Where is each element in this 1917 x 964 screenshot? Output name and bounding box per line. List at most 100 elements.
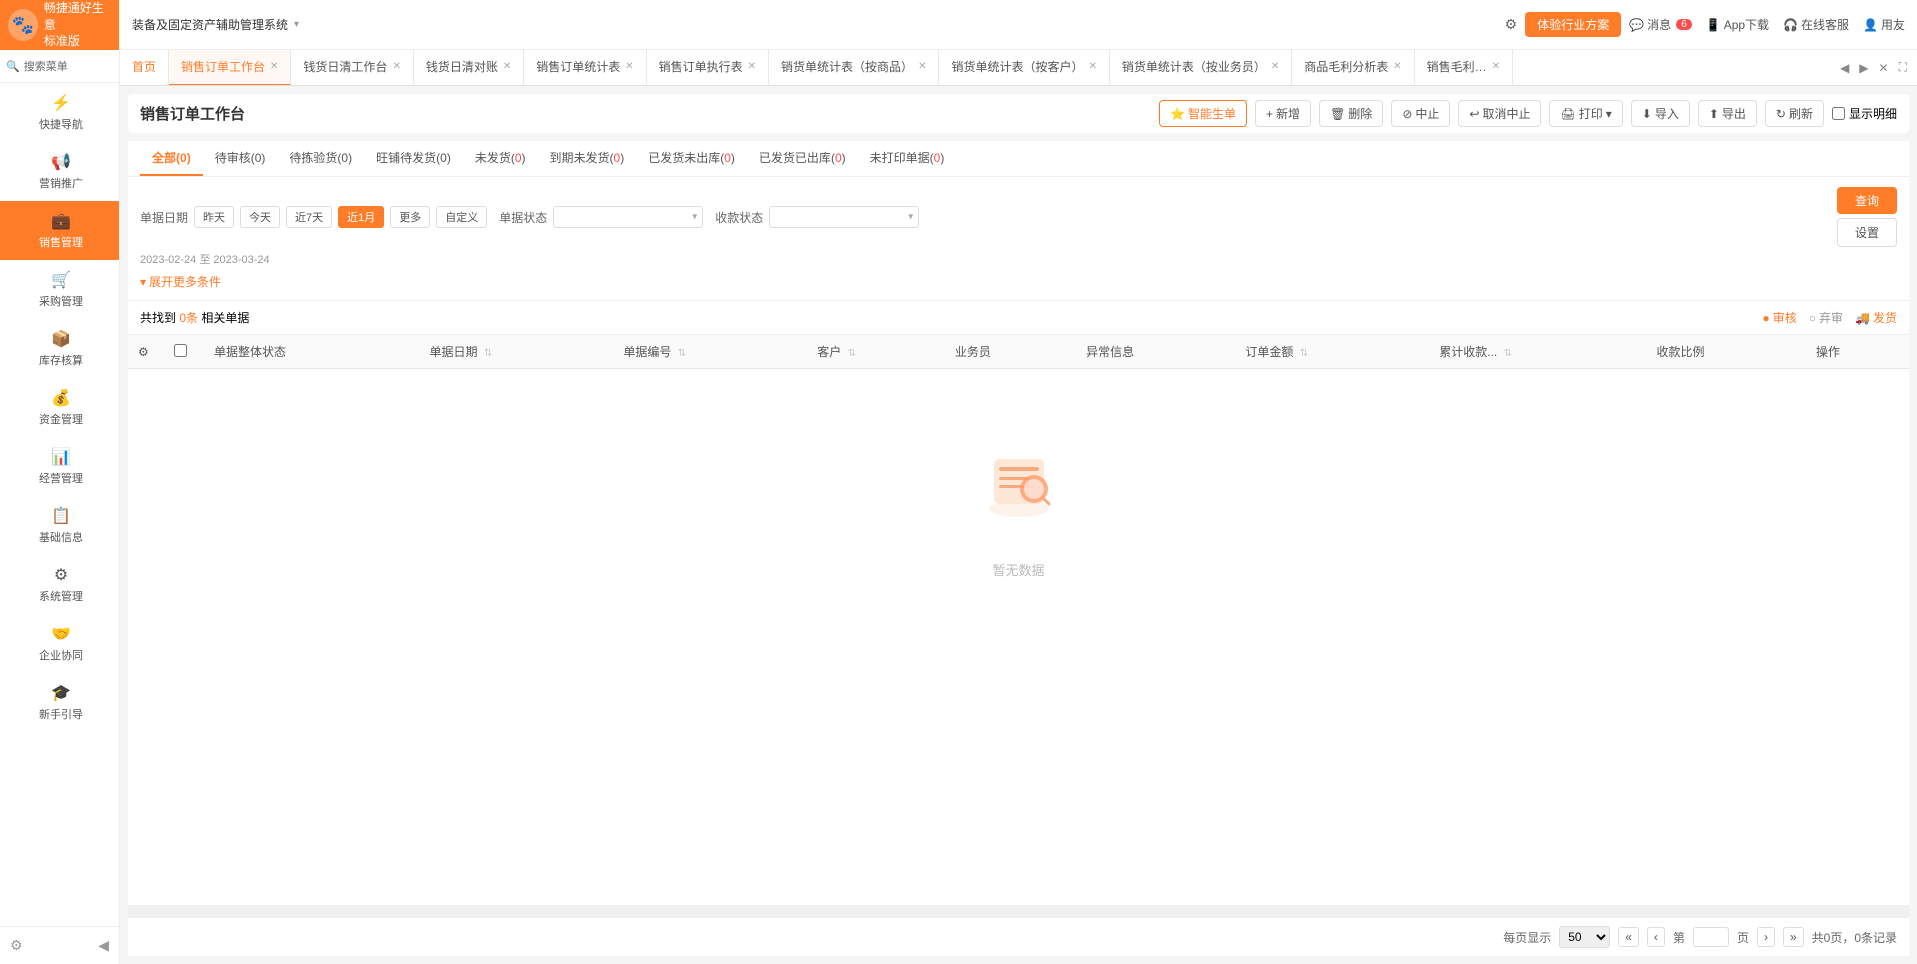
settings-bottom-btn[interactable]: ⚙ — [10, 937, 23, 954]
show-detail-input[interactable] — [1832, 107, 1845, 120]
sub-tab-pending-review[interactable]: 待审核(0) — [203, 141, 278, 176]
sidebar-item-purchase[interactable]: 🛒 采购管理 — [0, 260, 119, 319]
cancel-review-action-btn[interactable]: ○ 弃审 — [1809, 309, 1843, 326]
sidebar-item-inventory[interactable]: 📦 库存核算 — [0, 319, 119, 378]
table-summary: 共找到 0条 相关单据 ● 审核 ○ 弃审 🚚 发货 — [128, 301, 1909, 335]
sidebar-item-operation[interactable]: 📊 经营管理 — [0, 437, 119, 496]
date-last7-btn[interactable]: 近7天 — [286, 206, 332, 228]
topbar-messages[interactable]: 💬 消息 6 — [1629, 16, 1692, 33]
tab-close-stats-staff[interactable]: ✕ — [1271, 61, 1279, 72]
refresh-btn[interactable]: ↻ 刷新 — [1765, 100, 1824, 127]
tab-sales-stats-product[interactable]: 销货单统计表（按商品） ✕ — [769, 50, 939, 86]
sub-tab-expired-not-shipped[interactable]: 到期未发货(0) — [538, 141, 637, 176]
filter-payment-select[interactable] — [769, 206, 919, 228]
delete-btn[interactable]: 🗑 删除 — [1319, 100, 1383, 127]
date-custom-btn[interactable]: 自定义 — [436, 206, 487, 228]
experience-btn[interactable]: 体验行业方案 — [1525, 12, 1621, 37]
prev-page-btn[interactable]: ‹ — [1647, 927, 1665, 947]
date-today-btn[interactable]: 今天 — [240, 206, 280, 228]
sub-tab-shipped-not-out[interactable]: 已发货未出库(0) — [636, 141, 747, 176]
tab-cash-reconcile[interactable]: 钱货日清对账 ✕ — [414, 50, 524, 86]
tab-fullscreen-btn[interactable]: ⛶ — [1895, 58, 1911, 77]
filter-status-select[interactable] — [553, 206, 703, 228]
page-input[interactable]: 1 — [1693, 927, 1729, 947]
tab-sales-stats-customer[interactable]: 销货单统计表（按客户） ✕ — [939, 50, 1109, 86]
import-btn[interactable]: ⬇ 导入 — [1631, 100, 1690, 127]
tab-product-margin[interactable]: 商品毛利分析表 ✕ — [1292, 50, 1414, 86]
print-dropdown-icon: ▾ — [1606, 107, 1612, 121]
topbar-user[interactable]: 👤 用友 — [1863, 16, 1905, 33]
filter-status-item: 单据状态 — [499, 206, 703, 228]
sort-date-icon[interactable]: ⇅ — [484, 348, 492, 359]
sidebar-item-guide[interactable]: 🎓 新手引导 — [0, 673, 119, 732]
sidebar-item-corp[interactable]: 🤝 企业协同 — [0, 614, 119, 673]
tab-close-cash-daily[interactable]: ✕ — [392, 61, 400, 72]
sidebar-item-sales[interactable]: 💼 销售管理 — [0, 201, 119, 260]
review-action-btn[interactable]: ● 审核 — [1763, 309, 1797, 326]
date-last1m-btn[interactable]: 近1月 — [338, 206, 384, 228]
sub-tab-not-printed[interactable]: 未打印单据(0) — [858, 141, 957, 176]
tab-close-all-btn[interactable]: ✕ — [1875, 59, 1893, 77]
cancel-stop-icon: ↩ — [1469, 107, 1479, 121]
sub-tab-wang-pending[interactable]: 旺铺待发货(0) — [364, 141, 463, 176]
expand-more-btn[interactable]: ▾ 展开更多条件 — [140, 273, 1897, 290]
tab-home[interactable]: 首页 — [120, 50, 169, 86]
sidebar-item-marketing[interactable]: 📢 营销推广 — [0, 142, 119, 201]
topbar-online-service[interactable]: 🎧 在线客服 — [1783, 16, 1849, 33]
filter-payment-select-wrap — [769, 206, 919, 228]
topbar-dropdown-icon[interactable]: ▾ — [294, 19, 299, 30]
tab-close-sales-more[interactable]: ✕ — [1492, 61, 1500, 72]
sidebar-item-finance[interactable]: 💰 资金管理 — [0, 378, 119, 437]
sub-tab-pending-inspect[interactable]: 待拣验货(0) — [277, 141, 364, 176]
show-detail-checkbox[interactable]: 显示明细 — [1832, 105, 1897, 122]
col-settings-icon[interactable]: ⚙ — [138, 345, 149, 359]
add-btn[interactable]: + 新增 — [1255, 100, 1311, 127]
first-page-btn[interactable]: « — [1618, 927, 1639, 947]
print-btn[interactable]: 🖨 打印 ▾ — [1549, 100, 1622, 127]
tab-next-btn[interactable]: ▶ — [1855, 59, 1872, 77]
sidebar-item-quick-nav[interactable]: ⚡ 快捷导航 — [0, 83, 119, 142]
horizontal-scrollbar[interactable] — [128, 905, 1909, 917]
select-all-checkbox[interactable] — [174, 344, 187, 357]
sidebar-item-system[interactable]: ⚙ 系统管理 — [0, 555, 119, 614]
tab-close-product-margin[interactable]: ✕ — [1393, 61, 1401, 72]
date-yesterday-btn[interactable]: 昨天 — [194, 206, 234, 228]
tab-cash-daily[interactable]: 钱货日清工作台 ✕ — [291, 50, 413, 86]
tab-close-sales-workbench[interactable]: ✕ — [270, 61, 278, 72]
ai-generate-btn[interactable]: ⭐ 智能生单 — [1159, 100, 1247, 127]
cancel-stop-btn[interactable]: ↩ 取消中止 — [1458, 100, 1541, 127]
tab-sales-exec[interactable]: 销售订单执行表 ✕ — [647, 50, 769, 86]
query-btn[interactable]: 查询 — [1837, 187, 1897, 214]
tab-sales-more[interactable]: 销售毛利… ✕ — [1415, 50, 1513, 86]
tab-sales-stats[interactable]: 销售订单统计表 ✕ — [524, 50, 646, 86]
collapse-btn[interactable]: ◀ — [98, 937, 109, 954]
tab-close-sales-exec[interactable]: ✕ — [748, 61, 756, 72]
tab-close-stats-customer[interactable]: ✕ — [1088, 61, 1096, 72]
topbar-gear-icon[interactable]: ⚙ — [1505, 16, 1518, 33]
sort-customer-icon[interactable]: ⇅ — [848, 348, 856, 359]
stop-btn[interactable]: ⊘ 中止 — [1391, 100, 1450, 127]
sort-received-icon[interactable]: ⇅ — [1504, 348, 1512, 359]
per-page-select[interactable]: 50 20 30 100 — [1559, 926, 1610, 948]
sidebar-search[interactable]: 🔍 搜索菜单 — [0, 50, 119, 83]
ship-action-btn[interactable]: 🚚 发货 — [1855, 309, 1897, 326]
sub-tab-all[interactable]: 全部(0) — [140, 141, 203, 176]
tab-close-stats-product[interactable]: ✕ — [918, 61, 926, 72]
tab-close-cash-reconcile[interactable]: ✕ — [503, 61, 511, 72]
sidebar-item-basic[interactable]: 📋 基础信息 — [0, 496, 119, 555]
last-page-btn[interactable]: » — [1783, 927, 1804, 947]
tab-sales-stats-staff[interactable]: 销货单统计表（按业务员） ✕ — [1110, 50, 1292, 86]
sort-number-icon[interactable]: ⇅ — [678, 348, 686, 359]
next-page-btn[interactable]: › — [1757, 927, 1775, 947]
date-more-btn[interactable]: 更多 — [390, 206, 430, 228]
topbar-app-download[interactable]: 📱 App下载 — [1706, 16, 1769, 33]
export-btn[interactable]: ⬆ 导出 — [1698, 100, 1757, 127]
tab-close-sales-stats[interactable]: ✕ — [625, 61, 633, 72]
sub-tab-shipped-out[interactable]: 已发货已出库(0) — [747, 141, 858, 176]
tab-prev-btn[interactable]: ◀ — [1836, 59, 1853, 77]
set-btn[interactable]: 设置 — [1837, 218, 1897, 247]
tab-sales-workbench[interactable]: 销售订单工作台 ✕ — [169, 50, 291, 86]
inventory-icon: 📦 — [51, 329, 71, 349]
sort-amount-icon[interactable]: ⇅ — [1300, 348, 1308, 359]
sub-tab-not-shipped[interactable]: 未发货(0) — [463, 141, 538, 176]
